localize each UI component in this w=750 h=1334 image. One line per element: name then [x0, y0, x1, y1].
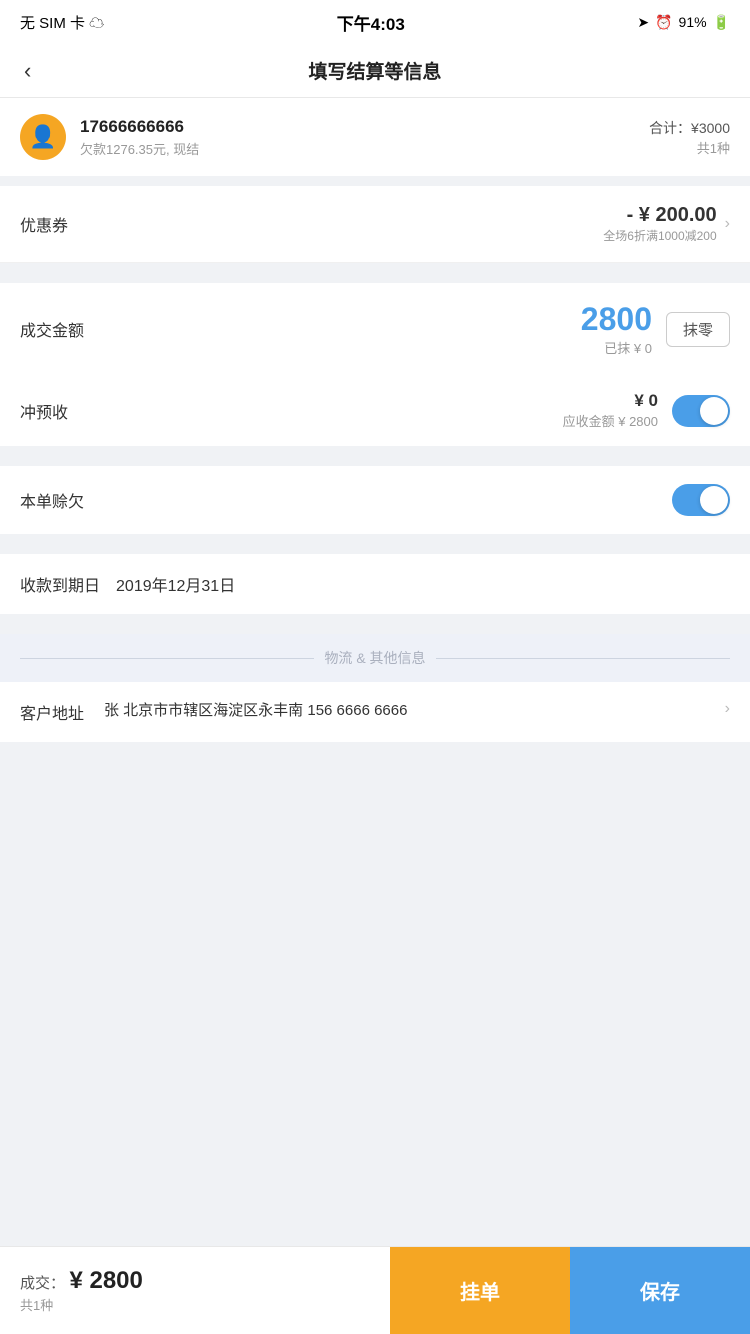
- separator-1: [0, 273, 750, 283]
- customer-row: 👤 17666666666 欠款1276.35元, 现结 合计：¥3000 共1…: [0, 98, 750, 176]
- bottom-deal-line: 成交： ¥ 2800: [20, 1267, 370, 1295]
- deal-row: 成交金额 2800 已抹 ¥ 0 抹零: [0, 283, 750, 375]
- customer-section: 👤 17666666666 欠款1276.35元, 现结 合计：¥3000 共1…: [0, 98, 750, 176]
- battery-icon: 🔋: [713, 14, 730, 31]
- address-row[interactable]: 客户地址 张 北京市市辖区海淀区永丰南 156 6666 6666 ›: [0, 682, 750, 742]
- credit-section: 本单赊欠: [0, 466, 750, 534]
- prepay-right: ¥ 0 应收金额 ¥ 2800: [563, 391, 730, 430]
- prepay-amount: ¥ 0: [563, 391, 658, 411]
- status-left: 无 SIM 卡 ☁: [20, 12, 104, 33]
- deal-amount-group: 2800 已抹 ¥ 0: [581, 301, 652, 357]
- header-line-left: [20, 658, 314, 659]
- deal-erased: 已抹 ¥ 0: [581, 338, 652, 357]
- due-date-row: 收款到期日 2019年12月31日: [0, 554, 750, 614]
- customer-left: 👤 17666666666 欠款1276.35元, 现结: [20, 114, 199, 160]
- coupon-label: 优惠券: [20, 212, 68, 236]
- total-count: 共1种: [649, 138, 730, 157]
- credit-toggle-knob: [700, 486, 728, 514]
- customer-right: 合计：¥3000 共1种: [649, 118, 730, 157]
- content: 👤 17666666666 欠款1276.35元, 现结 合计：¥3000 共1…: [0, 98, 750, 972]
- back-button[interactable]: ‹: [16, 50, 39, 92]
- prepay-label: 冲预收: [20, 399, 68, 423]
- address-value: 张 北京市市辖区海淀区永丰南 156 6666 6666: [104, 700, 715, 723]
- bottom-count: 共1种: [20, 1295, 370, 1314]
- round-button[interactable]: 抹零: [666, 312, 730, 347]
- coupon-section: 优惠券 - ¥ 200.00 全场6折满1000减200 ›: [0, 186, 750, 263]
- avatar-icon: 👤: [29, 124, 56, 150]
- prepay-toggle[interactable]: [672, 395, 730, 427]
- avatar: 👤: [20, 114, 66, 160]
- address-section: 客户地址 张 北京市市辖区海淀区永丰南 156 6666 6666 ›: [0, 682, 750, 742]
- coupon-row[interactable]: 优惠券 - ¥ 200.00 全场6折满1000减200 ›: [0, 186, 750, 263]
- total-label: 合计：¥3000: [649, 118, 730, 138]
- battery-text: 91%: [679, 14, 707, 30]
- coupon-chevron-icon: ›: [725, 215, 730, 233]
- status-right: ➤ ⏰ 91% 🔋: [637, 14, 730, 31]
- credit-toggle[interactable]: [672, 484, 730, 516]
- logistics-header: 物流 & 其他信息: [0, 634, 750, 682]
- header-line-right: [436, 658, 730, 659]
- hang-button[interactable]: 挂单: [390, 1247, 570, 1334]
- address-label: 客户地址: [20, 700, 84, 724]
- credit-row: 本单赊欠: [0, 466, 750, 534]
- separator-2: [0, 456, 750, 466]
- bottom-bar: 成交： ¥ 2800 共1种 挂单 保存: [0, 1246, 750, 1334]
- location-icon: ➤: [637, 14, 649, 31]
- prepay-amounts: ¥ 0 应收金额 ¥ 2800: [563, 391, 658, 430]
- logistics-title: 物流 & 其他信息: [324, 648, 425, 668]
- prepay-row: 冲预收 ¥ 0 应收金额 ¥ 2800: [0, 375, 750, 446]
- coupon-info: - ¥ 200.00 全场6折满1000减200: [603, 204, 716, 244]
- due-date-value: 2019年12月31日: [116, 572, 235, 596]
- deal-amount: 2800: [581, 301, 652, 338]
- due-date-label: 收款到期日: [20, 572, 100, 596]
- alarm-icon: ⏰: [655, 14, 672, 31]
- prepay-sub: 应收金额 ¥ 2800: [563, 411, 658, 430]
- coupon-right: - ¥ 200.00 全场6折满1000减200 ›: [603, 204, 730, 244]
- status-bar: 无 SIM 卡 ☁ 下午4:03 ➤ ⏰ 91% 🔋: [0, 0, 750, 44]
- bottom-deal-label: 成交：: [20, 1275, 65, 1292]
- nav-bar: ‹ 填写结算等信息: [0, 44, 750, 98]
- due-date-section: 收款到期日 2019年12月31日: [0, 554, 750, 614]
- sim-label: 无 SIM 卡 ☁: [20, 12, 104, 33]
- save-button[interactable]: 保存: [570, 1247, 750, 1334]
- deal-section: 成交金额 2800 已抹 ¥ 0 抹零 冲预收 ¥ 0 应收金额 ¥ 2800: [0, 283, 750, 446]
- bottom-gray-area: [0, 752, 750, 872]
- credit-label: 本单赊欠: [20, 488, 84, 512]
- page-title: 填写结算等信息: [308, 57, 441, 84]
- deal-label: 成交金额: [20, 317, 84, 341]
- customer-debt: 欠款1276.35元, 现结: [80, 139, 199, 158]
- bottom-deal-amount: ¥ 2800: [69, 1267, 142, 1294]
- customer-info: 17666666666 欠款1276.35元, 现结: [80, 117, 199, 158]
- deal-right: 2800 已抹 ¥ 0 抹零: [581, 301, 730, 357]
- status-time: 下午4:03: [337, 10, 405, 35]
- separator-4: [0, 624, 750, 634]
- separator-3: [0, 544, 750, 554]
- customer-phone: 17666666666: [80, 117, 199, 137]
- bottom-summary: 成交： ¥ 2800 共1种: [0, 1267, 390, 1314]
- coupon-sub: 全场6折满1000减200: [603, 227, 716, 244]
- coupon-amount: - ¥ 200.00: [603, 204, 716, 227]
- toggle-knob: [700, 397, 728, 425]
- address-chevron-icon: ›: [725, 700, 730, 718]
